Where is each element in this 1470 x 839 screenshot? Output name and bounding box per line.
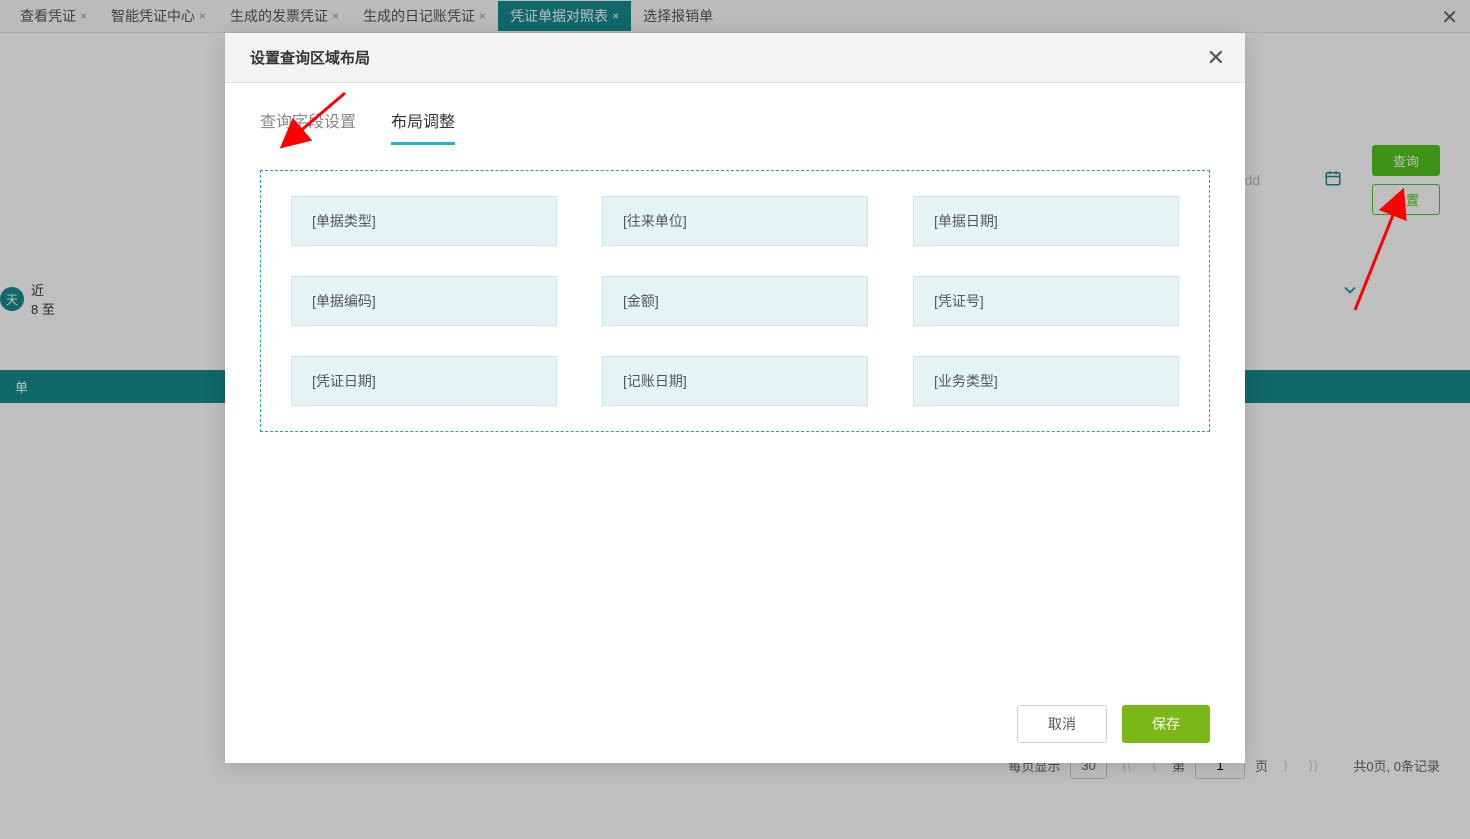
layout-item-voucher-date[interactable]: [凭证日期]	[291, 356, 557, 406]
modal-header: 设置查询区域布局 ✕	[225, 33, 1245, 83]
save-button[interactable]: 保存	[1122, 705, 1210, 743]
cancel-button[interactable]: 取消	[1017, 705, 1107, 743]
modal-footer: 取消 保存	[225, 690, 1245, 763]
layout-item-doc-type[interactable]: [单据类型]	[291, 196, 557, 246]
tab-query-fields[interactable]: 查询字段设置	[260, 108, 356, 145]
modal-overlay: 设置查询区域布局 ✕ 查询字段设置 布局调整 [单据类型] [往来单位] [单据…	[0, 0, 1470, 839]
layout-item-biz-type[interactable]: [业务类型]	[913, 356, 1179, 406]
layout-item-doc-date[interactable]: [单据日期]	[913, 196, 1179, 246]
tab-layout-adjust[interactable]: 布局调整	[391, 108, 455, 145]
layout-item-voucher-no[interactable]: [凭证号]	[913, 276, 1179, 326]
modal-title: 设置查询区域布局	[250, 47, 370, 68]
modal-tabs: 查询字段设置 布局调整	[260, 108, 1210, 145]
layout-item-bookkeep-date[interactable]: [记账日期]	[602, 356, 868, 406]
layout-settings-modal: 设置查询区域布局 ✕ 查询字段设置 布局调整 [单据类型] [往来单位] [单据…	[225, 33, 1245, 763]
layout-grid: [单据类型] [往来单位] [单据日期] [单据编码] [金额] [凭证号] […	[260, 170, 1210, 432]
layout-item-partner[interactable]: [往来单位]	[602, 196, 868, 246]
close-icon[interactable]: ✕	[1207, 45, 1225, 71]
layout-item-amount[interactable]: [金额]	[602, 276, 868, 326]
layout-item-doc-code[interactable]: [单据编码]	[291, 276, 557, 326]
modal-body: 查询字段设置 布局调整 [单据类型] [往来单位] [单据日期] [单据编码] …	[225, 83, 1245, 690]
